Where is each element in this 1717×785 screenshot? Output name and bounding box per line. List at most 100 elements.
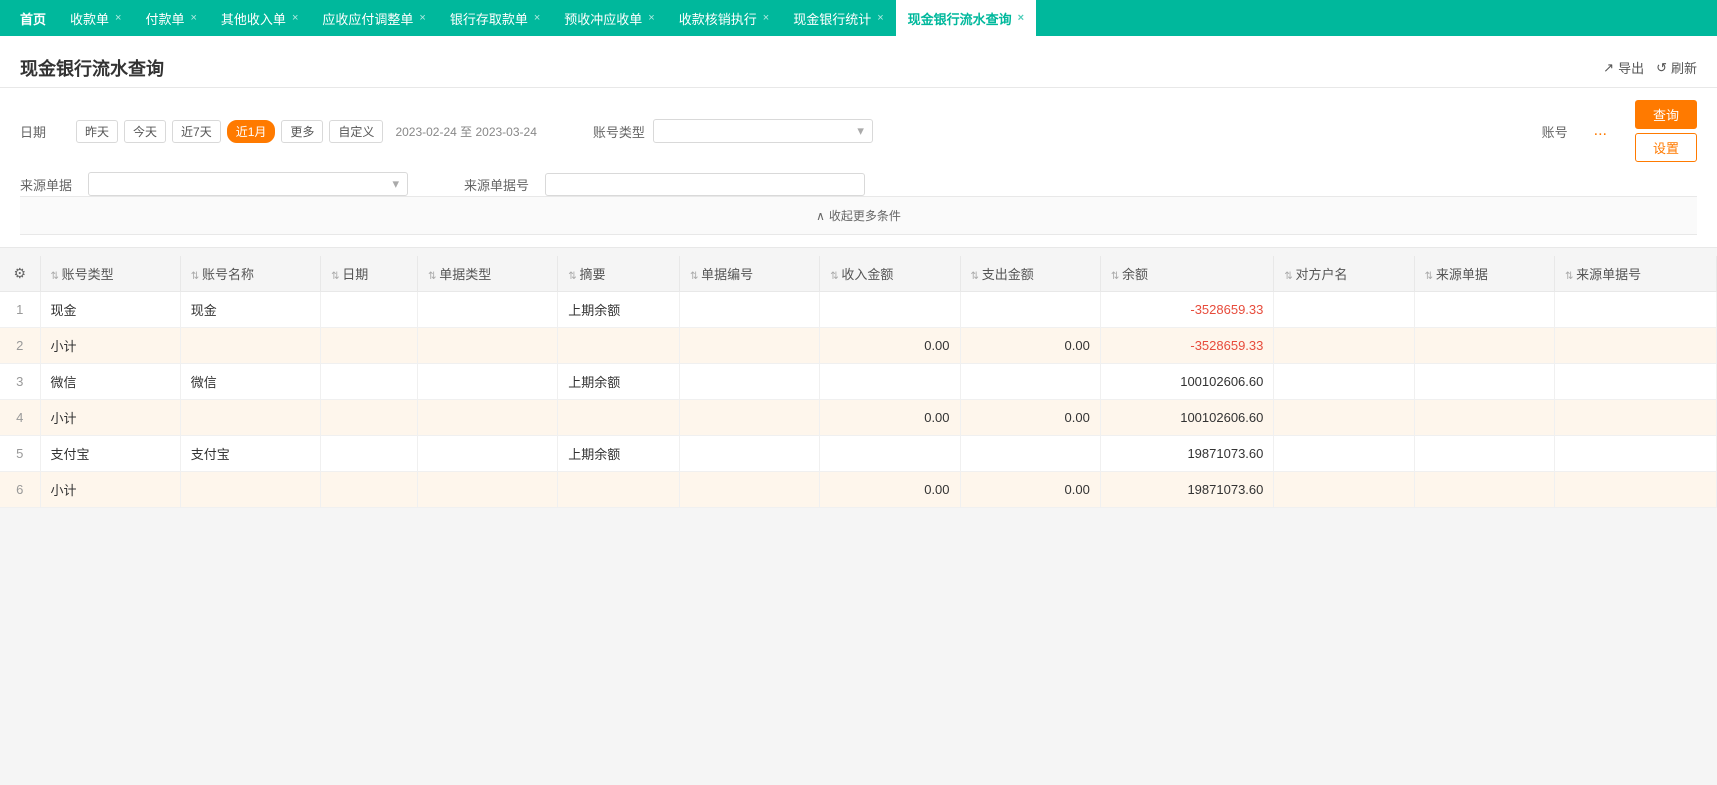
- th-source-doc[interactable]: ⇅ 来源单据: [1414, 256, 1554, 292]
- close-icon[interactable]: ×: [534, 12, 540, 24]
- th-doc-no[interactable]: ⇅ 单据编号: [679, 256, 819, 292]
- cell-date: [321, 472, 418, 508]
- close-icon[interactable]: ×: [1018, 12, 1024, 24]
- collapse-button[interactable]: ∧ 收起更多条件: [20, 207, 1697, 224]
- refresh-button[interactable]: ↺ 刷新: [1656, 58, 1697, 77]
- account-type-select[interactable]: ▾: [653, 119, 873, 143]
- date-btn-today[interactable]: 今天: [124, 120, 166, 143]
- nav-tab-yushou[interactable]: 预收冲应收单 ×: [552, 0, 666, 36]
- th-doc-type[interactable]: ⇅ 单据类型: [418, 256, 558, 292]
- cell-summary: [558, 328, 680, 364]
- cell-balance: 100102606.60: [1100, 400, 1274, 436]
- th-summary[interactable]: ⇅ 摘要: [558, 256, 680, 292]
- gear-icon[interactable]: ⚙: [13, 265, 26, 281]
- close-icon[interactable]: ×: [648, 12, 654, 24]
- row-number: 5: [0, 436, 40, 472]
- export-icon: ↗: [1603, 60, 1614, 76]
- nav-tab-qitashouruda[interactable]: 其他收入单 ×: [209, 0, 310, 36]
- th-account-name[interactable]: ⇅ 账号名称: [180, 256, 320, 292]
- nav-tab-yingshouyingfu[interactable]: 应收应付调整单 ×: [310, 0, 437, 36]
- export-button[interactable]: ↗ 导出: [1603, 58, 1644, 77]
- date-btn-custom[interactable]: 自定义: [329, 120, 383, 143]
- chevron-down-icon: ▾: [392, 176, 399, 192]
- close-icon[interactable]: ×: [763, 12, 769, 24]
- settings-col-header[interactable]: ⚙: [0, 256, 40, 292]
- data-table: ⚙ ⇅ 账号类型 ⇅ 账号名称 ⇅ 日期 ⇅ 单据类型 ⇅ 摘要: [0, 256, 1717, 508]
- header-actions: ↗ 导出 ↺ 刷新: [1603, 58, 1697, 77]
- cell-doc-no: [679, 436, 819, 472]
- th-counterpart[interactable]: ⇅ 对方户名: [1274, 256, 1414, 292]
- cell-counterpart: [1274, 292, 1414, 328]
- cell-counterpart: [1274, 364, 1414, 400]
- cell-balance: -3528659.33: [1100, 328, 1274, 364]
- filter-row-source: 来源单据 ▾ 来源单据号: [20, 172, 1697, 196]
- close-icon[interactable]: ×: [190, 12, 196, 24]
- cell-doc-type: [418, 292, 558, 328]
- cell-account-type: 支付宝: [40, 436, 180, 472]
- page-header: 现金银行流水查询 ↗ 导出 ↺ 刷新: [0, 36, 1717, 88]
- th-balance[interactable]: ⇅ 余额: [1100, 256, 1274, 292]
- cell-summary: 上期余额: [558, 364, 680, 400]
- source-doc-no-input[interactable]: [545, 173, 865, 196]
- nav-tab-yinhangcunqu[interactable]: 银行存取款单 ×: [438, 0, 552, 36]
- date-btn-yesterday[interactable]: 昨天: [76, 120, 118, 143]
- cell-balance: 19871073.60: [1100, 472, 1274, 508]
- cell-income: 0.00: [820, 400, 960, 436]
- table-row: 4 小计 0.00 0.00 100102606.60: [0, 400, 1717, 436]
- cell-summary: 上期余额: [558, 292, 680, 328]
- th-account-type[interactable]: ⇅ 账号类型: [40, 256, 180, 292]
- table-row: 5 支付宝 支付宝 上期余额 19871073.60: [0, 436, 1717, 472]
- close-icon[interactable]: ×: [419, 12, 425, 24]
- query-button[interactable]: 查询: [1635, 100, 1697, 129]
- th-date[interactable]: ⇅ 日期: [321, 256, 418, 292]
- cell-account-name: [180, 328, 320, 364]
- th-expense[interactable]: ⇅ 支出金额: [960, 256, 1100, 292]
- nav-home[interactable]: 首页: [8, 0, 58, 36]
- nav-tab-fukuandan[interactable]: 付款单 ×: [133, 0, 208, 36]
- date-btn-1month[interactable]: 近1月: [227, 120, 276, 143]
- cell-balance: 100102606.60: [1100, 364, 1274, 400]
- date-label: 日期: [20, 122, 60, 141]
- cell-income: 0.00: [820, 472, 960, 508]
- nav-tab-shoukuandan[interactable]: 收款单 ×: [58, 0, 133, 36]
- cell-income: [820, 364, 960, 400]
- cell-summary: [558, 400, 680, 436]
- cell-date: [321, 328, 418, 364]
- cell-income: [820, 436, 960, 472]
- close-icon[interactable]: ×: [877, 12, 883, 24]
- cell-summary: [558, 472, 680, 508]
- table-row: 3 微信 微信 上期余额 100102606.60: [0, 364, 1717, 400]
- cell-expense: [960, 364, 1100, 400]
- cell-source-doc-no: [1554, 400, 1716, 436]
- close-icon[interactable]: ×: [292, 12, 298, 24]
- cell-source-doc: [1414, 328, 1554, 364]
- th-source-doc-no[interactable]: ⇅ 来源单据号: [1554, 256, 1716, 292]
- cell-expense: 0.00: [960, 400, 1100, 436]
- cell-summary: 上期余额: [558, 436, 680, 472]
- nav-tab-shoukuanhexiao[interactable]: 收款核销执行 ×: [667, 0, 781, 36]
- cell-source-doc: [1414, 400, 1554, 436]
- nav-tab-liushui[interactable]: 现金银行流水查询 ×: [896, 0, 1036, 36]
- top-nav: 首页 收款单 × 付款单 × 其他收入单 × 应收应付调整单 × 银行存取款单 …: [0, 0, 1717, 36]
- date-range-text: 2023-02-24 至 2023-03-24: [395, 123, 536, 140]
- cell-date: [321, 436, 418, 472]
- date-btn-more[interactable]: 更多: [281, 120, 323, 143]
- settings-button[interactable]: 设置: [1635, 133, 1697, 162]
- cell-account-name: 现金: [180, 292, 320, 328]
- cell-doc-no: [679, 364, 819, 400]
- close-icon[interactable]: ×: [115, 12, 121, 24]
- table-container: ⚙ ⇅ 账号类型 ⇅ 账号名称 ⇅ 日期 ⇅ 单据类型 ⇅ 摘要: [0, 256, 1717, 508]
- nav-tab-xianjinyinhang[interactable]: 现金银行统计 ×: [781, 0, 895, 36]
- source-doc-select[interactable]: ▾: [88, 172, 408, 196]
- cell-expense: [960, 292, 1100, 328]
- date-btn-7days[interactable]: 近7天: [172, 120, 221, 143]
- cell-income: 0.00: [820, 328, 960, 364]
- source-doc-label: 来源单据: [20, 175, 72, 194]
- account-ellipsis[interactable]: ...: [1590, 122, 1611, 140]
- row-number: 6: [0, 472, 40, 508]
- cell-doc-no: [679, 328, 819, 364]
- table-row: 1 现金 现金 上期余额 -3528659.33: [0, 292, 1717, 328]
- cell-source-doc-no: [1554, 364, 1716, 400]
- cell-source-doc-no: [1554, 292, 1716, 328]
- th-income[interactable]: ⇅ 收入金额: [820, 256, 960, 292]
